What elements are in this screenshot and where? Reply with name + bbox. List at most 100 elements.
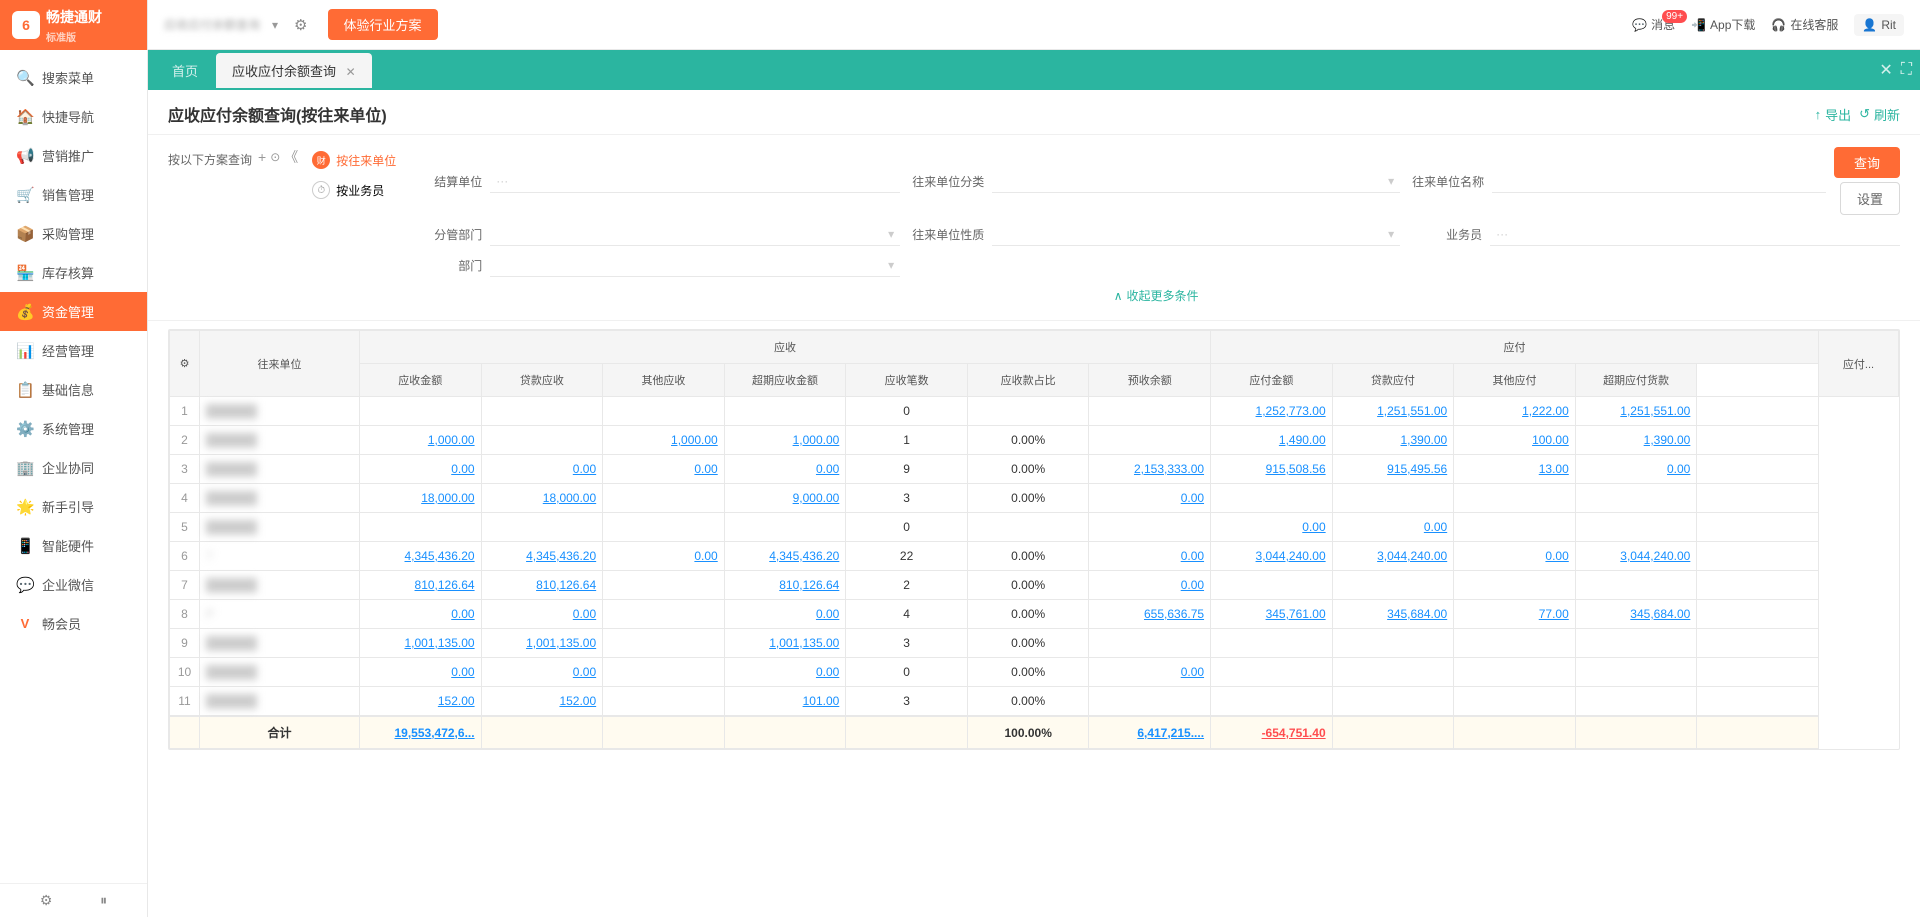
sidebar-item-system[interactable]: ⚙️系统管理 [0, 409, 147, 448]
row-pay-amount[interactable]: 1,252,773.00 [1211, 397, 1333, 426]
scheme-by-staff[interactable]: ⏱ 按业务员 [304, 177, 404, 203]
row-prepaid[interactable]: 0.00 [1089, 658, 1211, 687]
row-loan-rec[interactable]: 0.00 [481, 455, 603, 484]
collapse-more-button[interactable]: ∧ 收起更多条件 [412, 283, 1900, 308]
row-loan-rec[interactable]: 810,126.64 [481, 571, 603, 600]
online-service-button[interactable]: 🎧 在线客服 [1771, 16, 1838, 33]
app-download-button[interactable]: 📲 App下载 [1691, 16, 1755, 33]
tab-close-window-icon[interactable]: ✕ [1879, 60, 1892, 80]
row-loan-pay[interactable]: 0.00 [1332, 513, 1454, 542]
sidebar-item-finance[interactable]: 💰资金管理 [0, 292, 147, 331]
summary-pay-amount[interactable]: -654,751.40 [1211, 716, 1333, 749]
sidebar-item-quick[interactable]: 🏠快捷导航 [0, 97, 147, 136]
row-loan-rec[interactable]: 1,001,135.00 [481, 629, 603, 658]
row-overdue-rec[interactable]: 0.00 [724, 658, 846, 687]
partner-category-select[interactable]: ▾ [992, 170, 1400, 193]
row-overdue-pay[interactable]: 1,251,551.00 [1575, 397, 1697, 426]
collapse-footer-btn[interactable]: ⏸ [100, 892, 107, 909]
query-button[interactable]: 查询 [1834, 147, 1900, 178]
sidebar-item-base[interactable]: 📋基础信息 [0, 370, 147, 409]
row-rec-amount[interactable]: 1,000.00 [360, 426, 482, 455]
row-other-pay[interactable]: 1,222.00 [1454, 397, 1576, 426]
row-prepaid[interactable]: 655,636.75 [1089, 600, 1211, 629]
collapse-scheme-btn[interactable]: 《 [284, 147, 298, 167]
row-rec-amount[interactable]: 810,126.64 [360, 571, 482, 600]
sidebar-item-vip[interactable]: V畅会员 [0, 604, 147, 643]
row-other-rec[interactable]: 0.00 [603, 542, 725, 571]
row-overdue-pay[interactable]: 1,390.00 [1575, 426, 1697, 455]
solution-button[interactable]: 体验行业方案 [328, 9, 438, 40]
col-settings[interactable]: ⚙ [170, 331, 200, 397]
add-scheme-btn[interactable]: + [258, 149, 266, 165]
row-loan-rec[interactable]: 18,000.00 [481, 484, 603, 513]
sidebar-item-operation[interactable]: 📊经营管理 [0, 331, 147, 370]
user-profile-button[interactable]: 👤 Rit [1854, 14, 1904, 36]
row-rec-amount[interactable]: 152.00 [360, 687, 482, 717]
row-rec-amount[interactable]: 0.00 [360, 455, 482, 484]
sidebar-item-inventory[interactable]: 🏪库存核算 [0, 253, 147, 292]
row-rec-amount[interactable]: 0.00 [360, 658, 482, 687]
row-overdue-pay[interactable]: 0.00 [1575, 455, 1697, 484]
row-overdue-rec[interactable]: 0.00 [724, 455, 846, 484]
row-other-rec[interactable]: 0.00 [603, 455, 725, 484]
row-rec-amount[interactable]: 1,001,135.00 [360, 629, 482, 658]
row-prepaid[interactable]: 0.00 [1089, 484, 1211, 513]
sidebar-item-hardware[interactable]: 📱智能硬件 [0, 526, 147, 565]
row-rec-amount[interactable]: 4,345,436.20 [360, 542, 482, 571]
partner-name-input[interactable] [1492, 170, 1826, 193]
row-overdue-rec[interactable]: 0.00 [724, 600, 846, 629]
row-other-pay[interactable]: 77.00 [1454, 600, 1576, 629]
row-overdue-rec[interactable]: 101.00 [724, 687, 846, 717]
row-other-pay[interactable]: 100.00 [1454, 426, 1576, 455]
sidebar-item-guide[interactable]: 🌟新手引导 [0, 487, 147, 526]
row-overdue-rec[interactable]: 4,345,436.20 [724, 542, 846, 571]
topbar-gear-icon[interactable]: ⚙ [294, 16, 307, 34]
row-overdue-rec[interactable]: 1,000.00 [724, 426, 846, 455]
row-other-pay[interactable]: 0.00 [1454, 542, 1576, 571]
tab-close-icon[interactable]: ✕ [346, 65, 356, 79]
row-loan-pay[interactable]: 3,044,240.00 [1332, 542, 1454, 571]
salesperson-select[interactable]: ··· [1490, 223, 1900, 246]
row-loan-rec[interactable]: 4,345,436.20 [481, 542, 603, 571]
row-overdue-pay[interactable]: 345,684.00 [1575, 600, 1697, 629]
settings-button[interactable]: 设置 [1840, 182, 1900, 215]
export-button[interactable]: ↑ 导出 [1815, 105, 1852, 124]
row-loan-pay[interactable]: 1,390.00 [1332, 426, 1454, 455]
row-prepaid[interactable]: 2,153,333.00 [1089, 455, 1211, 484]
sidebar-item-wechat[interactable]: 💬企业微信 [0, 565, 147, 604]
row-prepaid[interactable]: 0.00 [1089, 571, 1211, 600]
row-prepaid[interactable]: 0.00 [1089, 542, 1211, 571]
sidebar-item-marketing[interactable]: 📢营销推广 [0, 136, 147, 175]
settlement-unit-select[interactable]: ··· [490, 170, 900, 193]
row-loan-rec[interactable]: 152.00 [481, 687, 603, 717]
row-rec-amount[interactable]: 18,000.00 [360, 484, 482, 513]
row-overdue-rec[interactable]: 1,001,135.00 [724, 629, 846, 658]
row-loan-rec[interactable]: 0.00 [481, 600, 603, 629]
row-loan-rec[interactable]: 0.00 [481, 658, 603, 687]
row-pay-amount[interactable]: 915,508.56 [1211, 455, 1333, 484]
sidebar-item-purchase[interactable]: 📦采购管理 [0, 214, 147, 253]
settings-footer-btn[interactable]: ⚙ [40, 892, 53, 909]
message-button[interactable]: 💬 消息 99+ [1632, 16, 1675, 33]
row-pay-amount[interactable]: 345,761.00 [1211, 600, 1333, 629]
row-pay-amount[interactable]: 3,044,240.00 [1211, 542, 1333, 571]
row-loan-pay[interactable]: 915,495.56 [1332, 455, 1454, 484]
row-overdue-rec[interactable]: 9,000.00 [724, 484, 846, 513]
breadcrumb-dropdown-icon[interactable]: ▾ [272, 18, 278, 32]
tab-home[interactable]: 首页 [156, 53, 214, 88]
row-overdue-rec[interactable]: 810,126.64 [724, 571, 846, 600]
summary-prepaid[interactable]: 6,417,215.... [1089, 716, 1211, 749]
row-other-rec[interactable]: 1,000.00 [603, 426, 725, 455]
row-loan-pay[interactable]: 345,684.00 [1332, 600, 1454, 629]
row-overdue-pay[interactable]: 3,044,240.00 [1575, 542, 1697, 571]
row-other-pay[interactable]: 13.00 [1454, 455, 1576, 484]
tab-query[interactable]: 应收应付余额查询 ✕ [216, 53, 372, 88]
row-pay-amount[interactable]: 1,490.00 [1211, 426, 1333, 455]
sidebar-item-enterprise[interactable]: 🏢企业协同 [0, 448, 147, 487]
sidebar-item-search[interactable]: 🔍搜索菜单 [0, 58, 147, 97]
dept-manager-select[interactable]: ▾ [490, 223, 900, 246]
summary-rec-amount[interactable]: 19,553,472,6... [360, 716, 482, 749]
edit-scheme-btn[interactable]: ⊙ [270, 150, 280, 164]
row-loan-pay[interactable]: 1,251,551.00 [1332, 397, 1454, 426]
tab-expand-icon[interactable]: ⛶ [1901, 61, 1912, 79]
